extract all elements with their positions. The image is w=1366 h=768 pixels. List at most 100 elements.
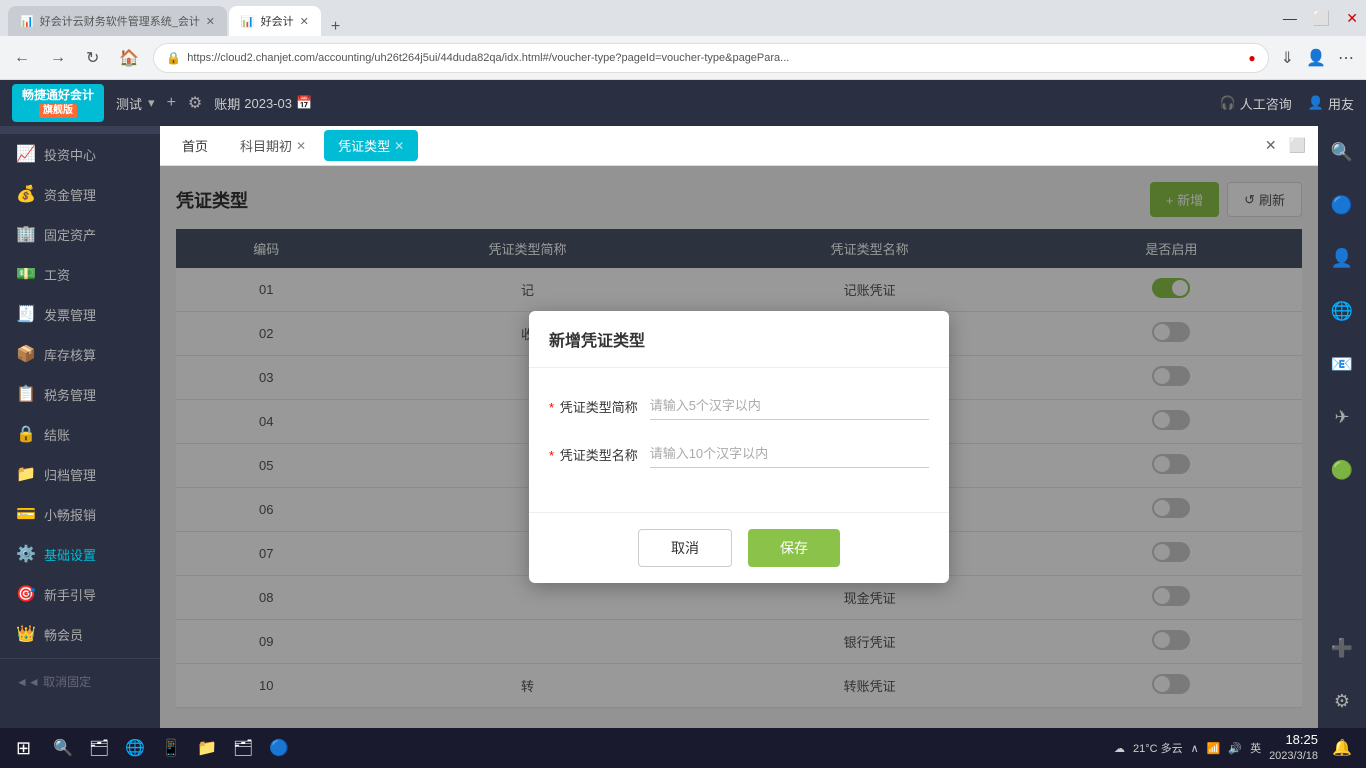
period-info: 账期 2023-03 📅 xyxy=(214,94,312,113)
sidebar-item-inventory[interactable]: 📦 库存核算 xyxy=(0,334,160,374)
guide-icon: 🎯 xyxy=(16,584,36,604)
sidebar-item-tax[interactable]: 📋 税务管理 xyxy=(0,374,160,414)
investment-icon: 📈 xyxy=(16,144,36,164)
right-user-icon[interactable]: 👤 xyxy=(1323,240,1361,277)
modal-title: 新增凭证类型 xyxy=(549,333,645,350)
sidebar-item-member[interactable]: 👑 畅会员 xyxy=(0,614,160,654)
logo-main-text: 畅捷通好会计 xyxy=(22,88,94,102)
full-name-input[interactable] xyxy=(650,440,929,468)
consult-button[interactable]: 🎧 人工咨询 xyxy=(1220,94,1292,113)
expense-icon: 💳 xyxy=(16,504,36,524)
taskbar-edge-icon[interactable]: 🌐 xyxy=(119,732,151,764)
close-button[interactable]: ✕ xyxy=(1338,10,1366,27)
start-button[interactable]: ⊞ xyxy=(8,738,39,759)
tab-home-label: 首页 xyxy=(182,136,208,155)
sidebar-unpin-button[interactable]: ◄◄ 取消固定 xyxy=(0,663,160,700)
sidebar-item-fund[interactable]: 💰 资金管理 xyxy=(0,174,160,214)
app-logo: 畅捷通好会计 旗舰版 xyxy=(12,84,104,121)
settings-icon: ⚙️ xyxy=(16,544,36,564)
browser-top-bar: 📊 好会计云财务软件管理系统_会计 ✕ 📊 好会计 ✕ + — ⬜ ✕ xyxy=(0,0,1366,36)
sidebar-label-investment: 投资中心 xyxy=(44,145,96,164)
taskbar-task-icon[interactable]: 🗂 xyxy=(83,732,115,764)
sidebar-label-salary: 工资 xyxy=(44,265,70,284)
tab-subject[interactable]: 科目期初 ✕ xyxy=(226,130,320,161)
sidebar-item-expense[interactable]: 💳 小畅报销 xyxy=(0,494,160,534)
settings-gear-icon[interactable]: ⚙ xyxy=(188,93,202,113)
header-right: 🎧 人工咨询 👤 用友 xyxy=(1220,94,1354,113)
app-header: 畅捷通好会计 旗舰版 测试 ▾ + ⚙ 账期 2023-03 📅 🎧 人工咨询 … xyxy=(0,80,1366,126)
content-area: 凭证类型 + 新增 ↺ 刷新 编码 凭证类型简称 xyxy=(160,166,1318,728)
center-panel: 首页 科目期初 ✕ 凭证类型 ✕ ✕ ⬜ 凭证类型 + 新增 xyxy=(160,126,1318,728)
taskbar-phone-icon[interactable]: 📱 xyxy=(155,732,187,764)
maximize-button[interactable]: ⬜ xyxy=(1305,10,1338,27)
right-mail-icon[interactable]: 📧 xyxy=(1323,346,1361,383)
right-add-icon[interactable]: ➕ xyxy=(1323,630,1361,667)
more-options-button[interactable]: ⋯ xyxy=(1334,48,1358,68)
sidebar-item-investment[interactable]: 📈 投资中心 xyxy=(0,134,160,174)
browser-tab-2[interactable]: 📊 好会计 ✕ xyxy=(229,6,321,36)
tab1-close-icon[interactable]: ✕ xyxy=(206,15,215,28)
tab-maximize-window-icon[interactable]: ⬜ xyxy=(1285,137,1310,154)
right-blue-icon[interactable]: 🔵 xyxy=(1323,187,1361,224)
short-name-label-text: 凭证类型简称 xyxy=(560,400,638,415)
user-info[interactable]: 👤 用友 xyxy=(1308,94,1354,113)
taskbar-search-icon[interactable]: 🔍 xyxy=(47,732,79,764)
notification-center-icon[interactable]: 🔔 xyxy=(1326,732,1358,764)
short-name-input[interactable] xyxy=(650,392,929,420)
save-button[interactable]: 保存 xyxy=(748,529,840,567)
right-globe-icon[interactable]: 🌐 xyxy=(1323,293,1361,330)
tab2-close-icon[interactable]: ✕ xyxy=(300,15,309,28)
security-icon: 🔒 xyxy=(166,51,181,65)
tab-close-window-icon[interactable]: ✕ xyxy=(1261,137,1281,154)
forward-button[interactable]: → xyxy=(44,49,72,67)
add-company-button[interactable]: + xyxy=(167,94,176,112)
sidebar-item-close[interactable]: 🔒 结账 xyxy=(0,414,160,454)
tab-voucher-close-icon[interactable]: ✕ xyxy=(394,139,404,153)
weather-temp: 21°C 多云 xyxy=(1133,740,1183,756)
right-settings-icon[interactable]: ⚙ xyxy=(1326,683,1358,720)
sidebar-top-spacer xyxy=(0,126,160,134)
reload-button[interactable]: ↻ xyxy=(80,48,105,68)
sidebar-item-guide[interactable]: 🎯 新手引导 xyxy=(0,574,160,614)
back-button[interactable]: ← xyxy=(8,49,36,67)
sidebar-label-invoice: 发票管理 xyxy=(44,305,96,324)
taskbar-files-icon[interactable]: 📁 xyxy=(191,732,223,764)
systray-arrow-icon: ∧ xyxy=(1191,742,1199,755)
taskbar-folder-icon[interactable]: 🗂 xyxy=(227,732,259,764)
salary-icon: 💵 xyxy=(16,264,36,284)
sidebar-label-close: 结账 xyxy=(44,425,70,444)
tab-subject-label: 科目期初 xyxy=(240,136,292,155)
tab-subject-close-icon[interactable]: ✕ xyxy=(296,139,306,153)
short-name-required: * xyxy=(549,400,554,415)
company-selector[interactable]: 测试 ▾ xyxy=(116,94,155,113)
add-voucher-type-modal: 新增凭证类型 * 凭证类型简称 xyxy=(529,311,949,583)
minimize-button[interactable]: — xyxy=(1275,10,1305,26)
tab-voucher-type[interactable]: 凭证类型 ✕ xyxy=(324,130,418,161)
unpin-label: 取消固定 xyxy=(43,675,91,689)
home-button[interactable]: 🏠 xyxy=(113,48,145,68)
cancel-button[interactable]: 取消 xyxy=(638,529,732,567)
sidebar-item-salary[interactable]: 💵 工资 xyxy=(0,254,160,294)
sidebar-item-invoice[interactable]: 🧾 发票管理 xyxy=(0,294,160,334)
new-tab-button[interactable]: + xyxy=(323,18,348,36)
period-value: 2023-03 xyxy=(244,96,292,111)
tab-home[interactable]: 首页 xyxy=(168,130,222,161)
right-send-icon[interactable]: ✈ xyxy=(1326,399,1357,436)
extensions-button[interactable]: ⇓ xyxy=(1277,48,1298,68)
sidebar-item-settings[interactable]: ⚙️ 基础设置 xyxy=(0,534,160,574)
sidebar-item-archive[interactable]: 📁 归档管理 xyxy=(0,454,160,494)
invoice-icon: 🧾 xyxy=(16,304,36,324)
browser-tab-1[interactable]: 📊 好会计云财务软件管理系统_会计 ✕ xyxy=(8,6,227,36)
sidebar-label-tax: 税务管理 xyxy=(44,385,96,404)
sidebar-item-assets[interactable]: 🏢 固定资产 xyxy=(0,214,160,254)
right-panel: 🔍 🔵 👤 🌐 📧 ✈ 🟢 ➕ ⚙ xyxy=(1318,126,1366,728)
modal-footer: 取消 保存 xyxy=(529,512,949,583)
right-search-icon[interactable]: 🔍 xyxy=(1323,134,1361,171)
browser-profile-icon[interactable]: 👤 xyxy=(1302,48,1330,68)
address-bar[interactable]: 🔒 https://cloud2.chanjet.com/accounting/… xyxy=(153,43,1268,73)
right-green-icon[interactable]: 🟢 xyxy=(1323,452,1361,489)
taskbar-blue-icon[interactable]: 🔵 xyxy=(263,732,295,764)
full-name-label: * 凭证类型名称 xyxy=(549,445,638,464)
short-name-row: * 凭证类型简称 xyxy=(549,392,929,420)
volume-icon: 🔊 xyxy=(1228,742,1242,755)
